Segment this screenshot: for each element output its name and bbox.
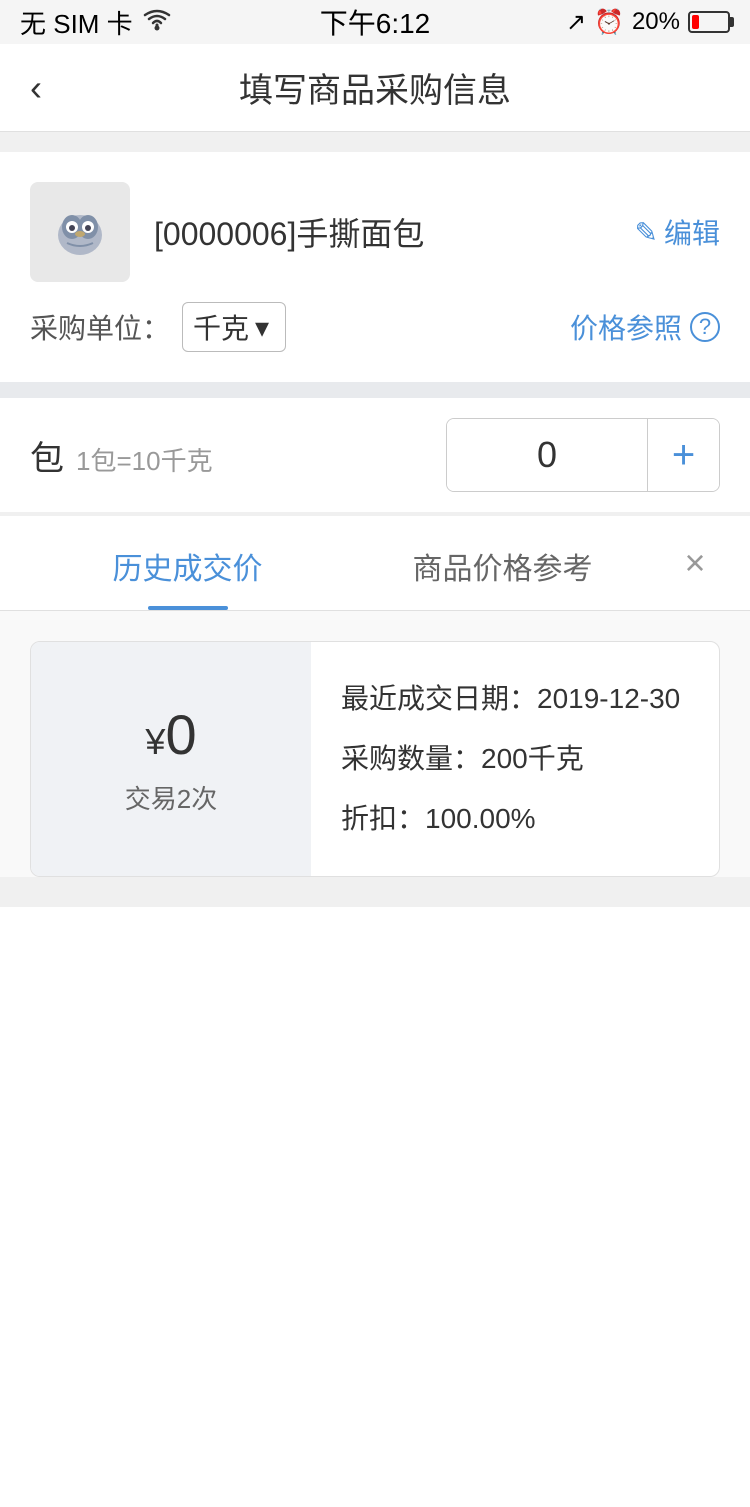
product-image [30,182,130,282]
dropdown-arrow: ▾ [255,311,269,344]
back-button[interactable]: ‹ [30,67,42,109]
wifi-icon [143,7,171,38]
quantity-row: 包 1包=10千克 + [0,398,750,512]
qty-control: + [446,418,720,492]
battery-pct: 20% [632,8,680,36]
tabs-panel: 历史成交价 商品价格参考 × ¥0 交易2次 最近成交日期：2019-12-30… [0,516,750,877]
price-value: 0 [165,703,196,766]
page-title: 填写商品采购信息 [239,63,511,112]
product-card: [0000006]手撕面包 ✎ 编辑 采购单位： 千克 ▾ 价格参照 ? [0,152,750,382]
nav-bar: ‹ 填写商品采购信息 [0,44,750,132]
close-icon: × [684,542,705,584]
unit-select[interactable]: 千克 ▾ [182,302,286,352]
battery-fill [692,15,699,29]
section-divider [0,382,750,398]
qty-sub: 1包=10千克 [76,441,213,478]
qty-detail-value: 200千克 [481,743,584,774]
tab-product-price[interactable]: 商品价格参考 [345,516,660,610]
unit-value: 千克 [193,307,249,347]
tab-product-label: 商品价格参考 [413,553,593,586]
recent-date-label: 最近成交日期： [341,683,537,714]
trade-count: 交易2次 [125,779,217,816]
edit-button[interactable]: ✎ 编辑 [635,212,720,252]
history-card: ¥0 交易2次 最近成交日期：2019-12-30 采购数量：200千克 折扣：… [30,641,720,877]
status-right: ↗ ⏰ 20% [566,8,730,37]
status-left: 无 SIM 卡 [20,4,171,41]
tab-history-label: 历史成交价 [113,553,263,586]
unit-left: 采购单位： 千克 ▾ [30,302,286,352]
tabs-header: 历史成交价 商品价格参考 × [0,516,750,611]
tabs-close-button[interactable]: × [670,538,720,588]
edit-label: 编辑 [664,212,720,252]
product-unit-row: 采购单位： 千克 ▾ 价格参照 ? [30,302,720,352]
history-price: ¥0 [145,702,196,767]
discount-label: 折扣： [341,803,425,834]
location-icon: ↗ [566,8,586,37]
price-ref-button[interactable]: 价格参照 ? [570,307,720,347]
qty-plus-button[interactable]: + [647,419,719,491]
qty-unit: 包 [30,431,64,480]
help-icon[interactable]: ? [690,312,720,342]
history-right: 最近成交日期：2019-12-30 采购数量：200千克 折扣：100.00% [311,642,719,876]
unit-label: 采购单位： [30,307,170,347]
qty-row: 采购数量：200千克 [341,738,689,780]
status-time: 下午6:12 [320,2,431,42]
qty-detail-label: 采购数量： [341,743,481,774]
discount-row: 折扣：100.00% [341,798,689,840]
product-header: [0000006]手撕面包 ✎ 编辑 [30,182,720,282]
tab-history-price[interactable]: 历史成交价 [30,516,345,610]
product-name: [0000006]手撕面包 [154,209,424,255]
quantity-label: 包 1包=10千克 [30,431,213,480]
status-bar: 无 SIM 卡 下午6:12 ↗ ⏰ 20% [0,0,750,44]
price-ref-label: 价格参照 [570,307,682,347]
battery-icon [688,11,730,33]
qty-input[interactable] [447,419,647,491]
product-left: [0000006]手撕面包 [30,182,424,282]
product-thumbnail [40,192,120,272]
carrier-text: 无 SIM 卡 [20,4,133,41]
price-symbol: ¥ [145,721,165,762]
discount-value: 100.00% [425,803,536,834]
history-left: ¥0 交易2次 [31,642,311,876]
alarm-icon: ⏰ [594,8,624,37]
recent-date-value: 2019-12-30 [537,683,680,714]
footer-space [0,907,750,1507]
edit-icon: ✎ [635,216,658,249]
recent-date-row: 最近成交日期：2019-12-30 [341,678,689,720]
